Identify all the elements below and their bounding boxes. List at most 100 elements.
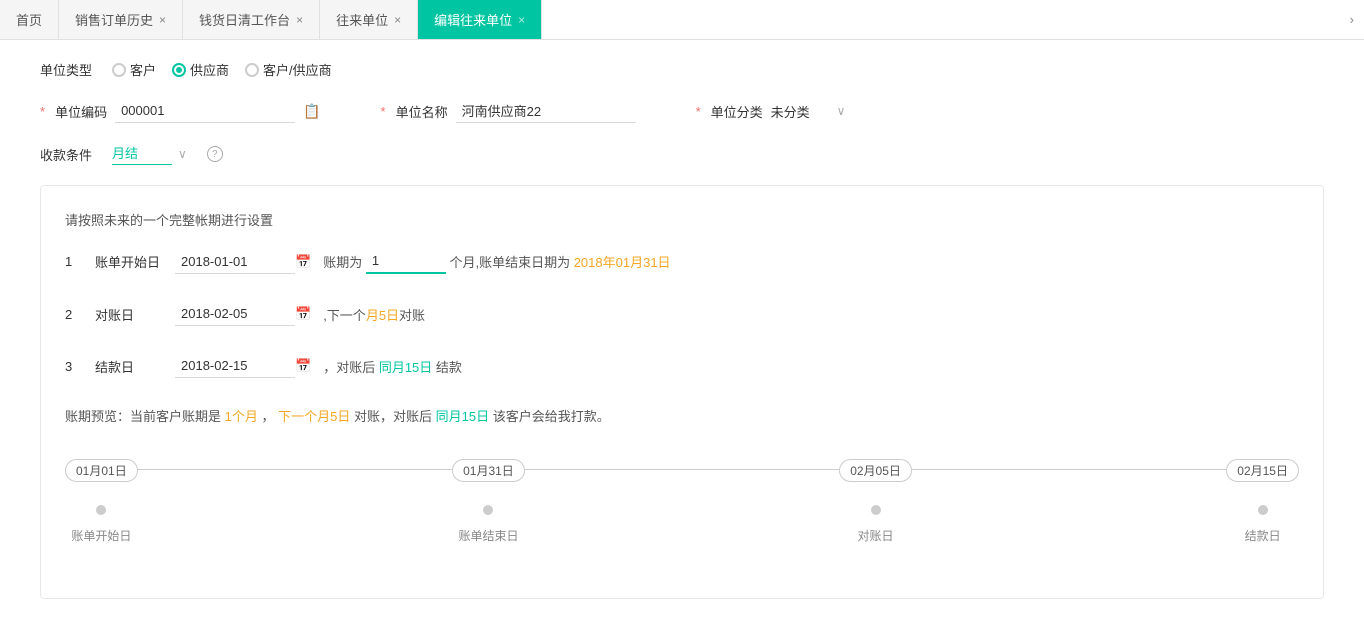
unit-category-required: * — [696, 104, 701, 119]
preview-sep1: ， — [262, 409, 275, 424]
tab-cash-workbench-close[interactable]: × — [296, 13, 303, 27]
payment-label: 收款条件 — [40, 145, 92, 164]
preview-next-date: 下一个月5日 — [278, 409, 350, 424]
radio-supplier-label: 供应商 — [190, 60, 229, 79]
radio-customer-supplier-label: 客户/供应商 — [263, 60, 332, 79]
unit-code-required: * — [40, 104, 45, 119]
timeline-point-2: 01月31日 账单结束日 — [452, 459, 525, 544]
tl-dot-4 — [1258, 505, 1268, 515]
preview-text: 账期预览：当前客户账期是 1个月 ， 下一个月5日 对账，对账后 同月15日 该… — [65, 406, 1299, 425]
unit-category-label: 单位分类 — [711, 102, 763, 121]
row-1-desc-prefix: 账期为 — [323, 252, 362, 271]
unit-category-arrow[interactable]: ∨ — [837, 104, 846, 118]
period-input[interactable] — [366, 249, 446, 274]
radio-customer[interactable]: 客户 — [112, 60, 156, 79]
row-2-desc2: 对账 — [399, 305, 425, 324]
row-3-desc: ，对账后 — [323, 357, 375, 376]
timeline-point-1: 01月01日 账单开始日 — [65, 459, 138, 544]
unit-code-label: 单位编码 — [55, 102, 107, 121]
payment-arrow[interactable]: ∨ — [178, 147, 187, 161]
row-2-label: 对账日 — [95, 305, 175, 324]
tl-label-2: 账单结束日 — [458, 527, 518, 544]
preview-prefix: 账期预览：当前客户账期是 — [65, 409, 221, 424]
unit-type-label: 单位类型 — [40, 60, 92, 79]
row-3-teal-highlight: 同月15日 — [379, 357, 432, 376]
tab-sales-history-label: 销售订单历史 — [75, 10, 153, 29]
preview-pay-date: 同月15日 — [436, 409, 489, 424]
row-2-num: 2 — [65, 307, 95, 322]
tab-edit-partner-close[interactable]: × — [518, 13, 525, 27]
unit-category-value: 未分类 — [771, 102, 831, 121]
payment-row: 收款条件 月结 ∨ ? — [40, 143, 1324, 165]
unit-type-row: 单位类型 客户 供应商 客户/供应商 — [40, 60, 1324, 79]
tab-cash-workbench-label: 钱货日清工作台 — [199, 10, 290, 29]
row-1-num: 1 — [65, 254, 95, 269]
radio-customer-label: 客户 — [130, 60, 156, 79]
unit-info-row: * 单位编码 000001 📋 * 单位名称 河南供应商22 * 单位分类 未分… — [40, 99, 1324, 123]
tl-dot-1 — [96, 505, 106, 515]
tab-sales-history[interactable]: 销售订单历史 × — [59, 0, 183, 39]
tabs-bar: 首页 销售订单历史 × 钱货日清工作台 × 往来单位 × 编辑往来单位 × › — [0, 0, 1364, 40]
tl-badge-3: 02月05日 — [839, 459, 912, 482]
tab-cash-workbench[interactable]: 钱货日清工作台 × — [183, 0, 320, 39]
recon-date-input[interactable] — [175, 302, 295, 326]
tl-badge-1: 01月01日 — [65, 459, 138, 482]
timeline-point-3: 02月05日 对账日 — [839, 459, 912, 544]
payment-value: 月结 — [112, 143, 172, 165]
row-2-month-highlight: 月5日 — [366, 305, 399, 324]
row-1-desc-suffix: 个月,账单结束日期为 — [449, 252, 570, 271]
payment-date-input[interactable] — [175, 354, 295, 378]
row-3-label: 结款日 — [95, 357, 175, 376]
tab-more-button[interactable]: › — [1340, 0, 1364, 39]
setting-row-1: 1 账单开始日 📅 账期为 个月,账单结束日期为 2018年01月31日 — [65, 249, 1299, 274]
tab-edit-partner-label: 编辑往来单位 — [434, 10, 512, 29]
tl-label-4: 结款日 — [1245, 527, 1281, 544]
tl-badge-4: 02月15日 — [1226, 459, 1299, 482]
preview-mid: 对账，对账后 — [354, 409, 432, 424]
tab-sales-history-close[interactable]: × — [159, 13, 166, 27]
timeline-points: 01月01日 账单开始日 01月31日 账单结束日 02月05日 对账日 02月… — [65, 459, 1299, 544]
preview-period: 1个月 — [225, 409, 258, 424]
unit-name-label: 单位名称 — [396, 102, 448, 121]
unit-name-group: * 单位名称 河南供应商22 — [381, 99, 636, 123]
unit-name-input[interactable]: 河南供应商22 — [456, 99, 636, 123]
radio-customer-circle — [112, 63, 126, 77]
tab-edit-partner[interactable]: 编辑往来单位 × — [418, 0, 542, 39]
unit-code-doc-icon[interactable]: 📋 — [303, 103, 320, 120]
preview-suffix: 该客户会给我打款。 — [493, 409, 610, 424]
unit-category-dropdown: 未分类 ∨ — [771, 102, 846, 121]
payment-date-cal-icon[interactable]: 📅 — [295, 358, 311, 374]
unit-name-required: * — [381, 104, 386, 119]
unit-category-group: * 单位分类 未分类 ∨ — [696, 102, 846, 121]
timeline: 01月01日 账单开始日 01月31日 账单结束日 02月05日 对账日 02月… — [65, 449, 1299, 574]
tl-badge-2: 01月31日 — [452, 459, 525, 482]
tab-home-label: 首页 — [16, 10, 42, 29]
payment-help-icon[interactable]: ? — [207, 146, 223, 162]
row-1-label: 账单开始日 — [95, 252, 175, 271]
timeline-point-4: 02月15日 结款日 — [1226, 459, 1299, 544]
radio-supplier[interactable]: 供应商 — [172, 60, 229, 79]
start-date-input[interactable] — [175, 250, 295, 274]
radio-supplier-circle — [172, 63, 186, 77]
row-3-desc2: 结款 — [436, 357, 462, 376]
tl-dot-2 — [483, 505, 493, 515]
settings-card: 请按照未来的一个完整帐期进行设置 1 账单开始日 📅 账期为 个月,账单结束日期… — [40, 185, 1324, 599]
radio-customer-supplier[interactable]: 客户/供应商 — [245, 60, 332, 79]
recon-date-cal-icon[interactable]: 📅 — [295, 306, 311, 322]
start-date-cal-icon[interactable]: 📅 — [295, 254, 311, 270]
unit-code-input[interactable]: 000001 — [115, 99, 295, 123]
tab-home[interactable]: 首页 — [0, 0, 59, 39]
tl-label-3: 对账日 — [858, 527, 894, 544]
row-2-desc: ,下一个 — [323, 305, 366, 324]
tab-partner-label: 往来单位 — [336, 10, 388, 29]
row-3-num: 3 — [65, 359, 95, 374]
tl-dot-3 — [871, 505, 881, 515]
card-title: 请按照未来的一个完整帐期进行设置 — [65, 210, 1299, 229]
setting-row-2: 2 对账日 📅 ,下一个月5日 对账 — [65, 302, 1299, 326]
row-1-end-date: 2018年01月31日 — [574, 252, 671, 271]
tab-partner[interactable]: 往来单位 × — [320, 0, 418, 39]
unit-type-radio-group: 客户 供应商 客户/供应商 — [112, 60, 332, 79]
payment-dropdown: 月结 ∨ — [112, 143, 187, 165]
radio-customer-supplier-circle — [245, 63, 259, 77]
tab-partner-close[interactable]: × — [394, 13, 401, 27]
